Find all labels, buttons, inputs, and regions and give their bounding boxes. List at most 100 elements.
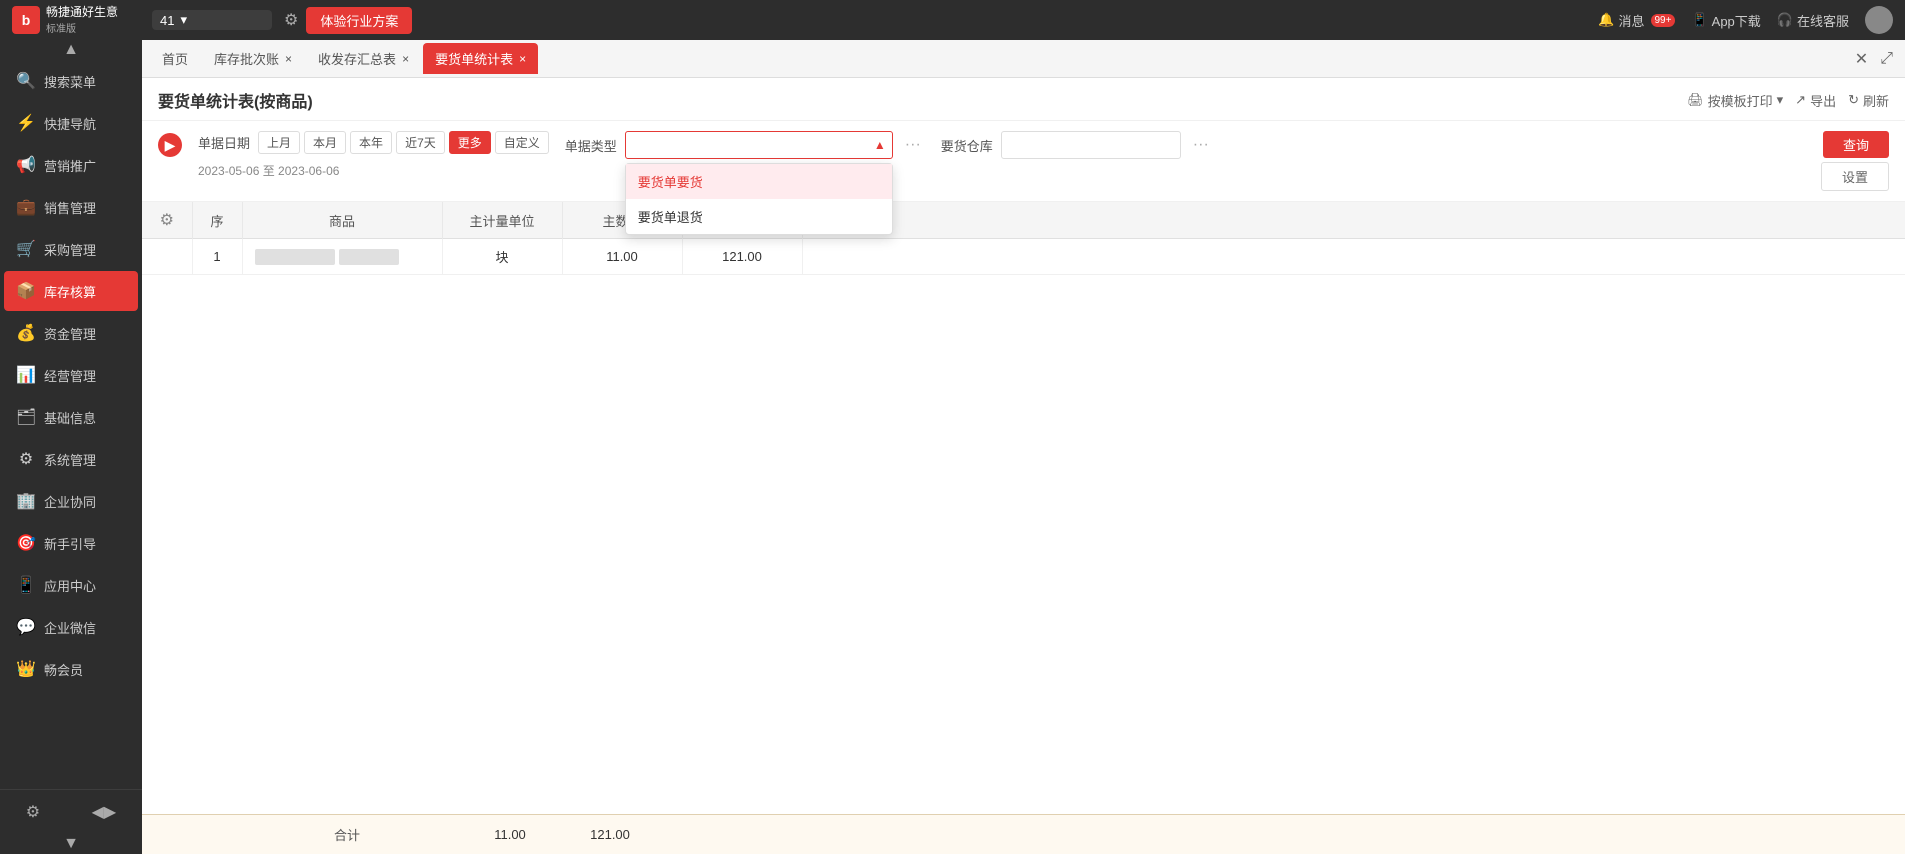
header-settings-icon[interactable]: ⚙ <box>284 10 298 30</box>
tab-batch-close[interactable]: × <box>285 52 292 66</box>
filter-more-icon[interactable]: ··· <box>901 136 925 154</box>
warehouse-more-icon[interactable]: ··· <box>1189 136 1213 154</box>
sidebar-settings-icon[interactable]: ⚙ <box>26 802 40 822</box>
sidebar-item-finance[interactable]: 💰 资金管理 <box>4 313 138 353</box>
date-filter-label: 单据日期 <box>198 133 250 152</box>
table-settings-icon[interactable]: ⚙ <box>160 212 174 229</box>
page-header: 要货单统计表(按商品) 🖨 按模板打印 ▾ ↗ 导出 ↻ 刷新 <box>142 78 1905 121</box>
sidebar-item-wechat[interactable]: 💬 企业微信 <box>4 607 138 647</box>
logo-text-block: 畅捷通好生意 标准版 <box>46 5 118 34</box>
sidebar-label-operations: 经营管理 <box>44 366 96 385</box>
sidebar-item-guide[interactable]: 🎯 新手引导 <box>4 523 138 563</box>
tab-order-stat-close[interactable]: × <box>519 52 526 66</box>
footer-label: 合计 <box>154 825 360 844</box>
sidebar-label-quick-nav: 快捷导航 <box>44 114 96 133</box>
th-settings[interactable]: ⚙ <box>142 202 192 239</box>
close-all-tabs-icon[interactable]: ✕ <box>1851 45 1872 73</box>
type-select-box[interactable]: ▲ <box>625 131 893 159</box>
printer-icon: 🖨 <box>1687 92 1704 108</box>
tab-order-stat-label: 要货单统计表 <box>435 49 513 68</box>
sidebar-scroll-up[interactable]: ▲ <box>0 40 142 60</box>
table-footer: 合计 11.00 121.00 <box>142 814 1905 854</box>
chevron-down-icon: ▾ <box>1777 92 1784 108</box>
warehouse-select-box[interactable] <box>1001 131 1181 159</box>
date-btn-custom[interactable]: 自定义 <box>495 131 549 154</box>
date-btn-this-month[interactable]: 本月 <box>304 131 346 154</box>
tab-home[interactable]: 首页 <box>150 43 200 74</box>
sidebar-item-inventory[interactable]: 📦 库存核算 <box>4 271 138 311</box>
th-empty <box>802 202 1905 239</box>
tab-batch[interactable]: 库存批次账 × <box>202 43 304 74</box>
tab-order-stat[interactable]: 要货单统计表 × <box>423 43 538 74</box>
sidebar-item-operations[interactable]: 📊 经营管理 <box>4 355 138 395</box>
export-icon: ↗ <box>1795 92 1806 108</box>
message-badge: 99+ <box>1651 14 1676 27</box>
sidebar-scroll-down[interactable]: ▼ <box>0 834 142 854</box>
tab-home-label: 首页 <box>162 49 188 68</box>
date-filter-group: 单据日期 上月 本月 本年 近7天 更多 自定义 2023-05-06 至 20… <box>198 131 549 179</box>
tab-batch-label: 库存批次账 <box>214 49 279 68</box>
date-btn-last-month[interactable]: 上月 <box>258 131 300 154</box>
page-content: 要货单统计表(按商品) 🖨 按模板打印 ▾ ↗ 导出 ↻ 刷新 <box>142 78 1905 854</box>
content-area: 首页 库存批次账 × 收发存汇总表 × 要货单统计表 × ✕ ⤢ 要 <box>142 40 1905 854</box>
dropdown-item-order-goods[interactable]: 要货单要货 <box>626 164 892 199</box>
enterprise-icon: 🏢 <box>16 491 36 511</box>
operations-icon: 📊 <box>16 365 36 385</box>
settings-btn[interactable]: 设置 <box>1821 162 1889 191</box>
filter-toggle-btn[interactable]: ▶ <box>158 133 182 157</box>
query-btn[interactable]: 查询 <box>1823 131 1889 158</box>
sidebar-item-member[interactable]: 👑 畅会员 <box>4 649 138 689</box>
tab-receive-close[interactable]: × <box>402 52 409 66</box>
footer-amount: 121.00 <box>560 827 660 842</box>
sidebar-item-sales[interactable]: 💼 销售管理 <box>4 187 138 227</box>
sidebar-label-system: 系统管理 <box>44 450 96 469</box>
trial-btn[interactable]: 体验行业方案 <box>306 7 412 34</box>
sidebar-label-app-center: 应用中心 <box>44 576 96 595</box>
sidebar-item-purchase[interactable]: 🛒 采购管理 <box>4 229 138 269</box>
date-btn-more[interactable]: 更多 <box>449 131 491 154</box>
dropdown-item-order-return[interactable]: 要货单退货 <box>626 199 892 234</box>
export-btn[interactable]: ↗ 导出 <box>1795 91 1836 110</box>
sidebar-item-app-center[interactable]: 📱 应用中心 <box>4 565 138 605</box>
header-right: 🔔 消息 99+ 📱 App下载 🎧 在线客服 <box>1598 6 1893 34</box>
sidebar: ▲ 🔍 搜索菜单 ⚡ 快捷导航 📢 营销推广 💼 销售管理 🛒 采购管理 📦 库… <box>0 40 142 854</box>
tab-receive-label: 收发存汇总表 <box>318 49 396 68</box>
online-service-btn[interactable]: 🎧 在线客服 <box>1777 11 1849 30</box>
app-name: 畅捷通好生意 <box>46 5 118 19</box>
expand-icon[interactable]: ⤢ <box>1876 46 1897 72</box>
sidebar-item-enterprise[interactable]: 🏢 企业协同 <box>4 481 138 521</box>
page-header-actions: 🖨 按模板打印 ▾ ↗ 导出 ↻ 刷新 <box>1687 91 1889 110</box>
date-btn-this-year[interactable]: 本年 <box>350 131 392 154</box>
sidebar-collapse-icon[interactable]: ◀▶ <box>92 802 117 822</box>
date-btn-last-7days[interactable]: 近7天 <box>396 131 445 154</box>
sidebar-label-enterprise: 企业协同 <box>44 492 96 511</box>
top-header: b 畅捷通好生意 标准版 41 ▾ ⚙ 体验行业方案 🔔 消息 99+ 📱 Ap… <box>0 0 1905 40</box>
app-version: 标准版 <box>46 20 118 35</box>
sidebar-item-quick-nav[interactable]: ⚡ 快捷导航 <box>4 103 138 143</box>
print-btn[interactable]: 🖨 按模板打印 ▾ <box>1687 91 1783 110</box>
table-container: ⚙ 序 商品 主计量单位 主数量 <box>142 202 1905 814</box>
header-center: 41 ▾ ⚙ 体验行业方案 <box>152 7 1598 34</box>
member-icon: 👑 <box>16 659 36 679</box>
th-product: 商品 <box>242 202 442 239</box>
lightning-icon: ⚡ <box>16 113 36 133</box>
store-selector[interactable]: 41 ▾ <box>152 10 272 30</box>
sidebar-item-marketing[interactable]: 📢 营销推广 <box>4 145 138 185</box>
product-cell <box>255 249 430 265</box>
app-download-btn[interactable]: 📱 App下载 <box>1691 11 1760 30</box>
type-dropdown-menu: 要货单要货 要货单退货 <box>625 163 893 235</box>
logo-icon: b <box>12 6 40 34</box>
tab-receive[interactable]: 收发存汇总表 × <box>306 43 421 74</box>
type-filter-label: 单据类型 <box>565 136 617 155</box>
message-btn[interactable]: 🔔 消息 99+ <box>1598 11 1675 30</box>
date-filter-row: 单据日期 上月 本月 本年 近7天 更多 自定义 <box>198 131 549 154</box>
table-header-row: ⚙ 序 商品 主计量单位 主数量 <box>142 202 1905 239</box>
bell-icon: 🔔 <box>1598 12 1614 28</box>
sidebar-item-system[interactable]: ⚙ 系统管理 <box>4 439 138 479</box>
headset-icon: 🎧 <box>1777 12 1793 28</box>
date-options: 上月 本月 本年 近7天 更多 自定义 <box>258 131 549 154</box>
user-avatar[interactable] <box>1865 6 1893 34</box>
sidebar-item-basic[interactable]: 🗂 基础信息 <box>4 397 138 437</box>
refresh-btn[interactable]: ↻ 刷新 <box>1848 91 1889 110</box>
sidebar-item-search[interactable]: 🔍 搜索菜单 <box>4 61 138 101</box>
